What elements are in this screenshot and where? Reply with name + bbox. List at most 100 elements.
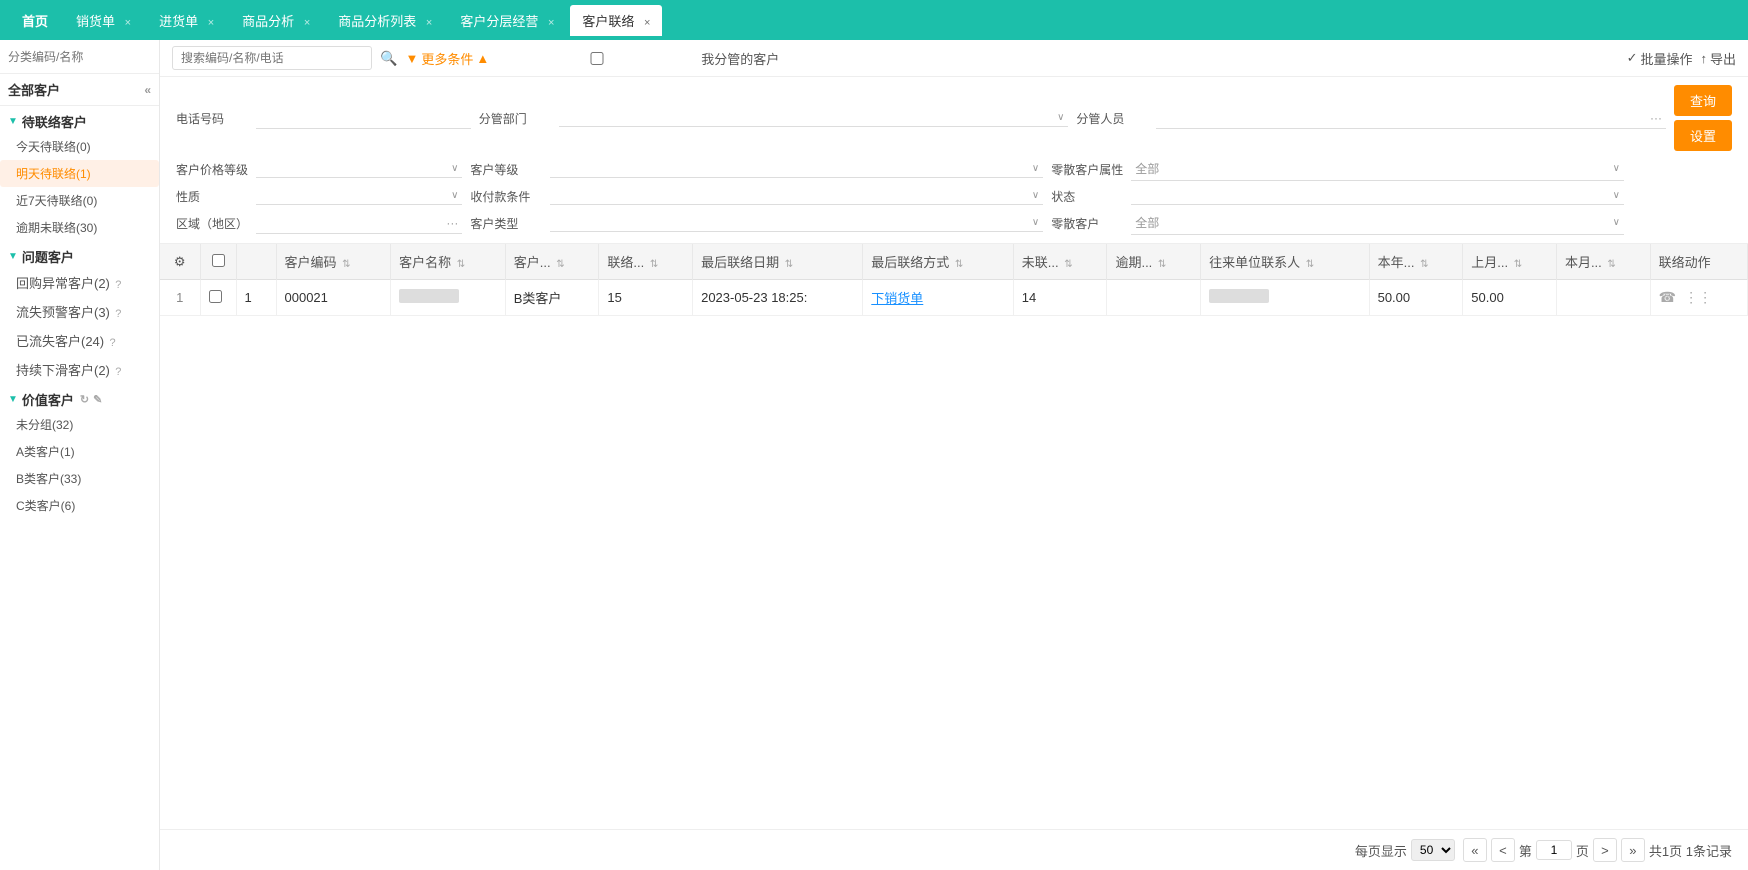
close-purchase-icon[interactable]: × — [208, 17, 214, 29]
reset-button[interactable]: 设置 — [1674, 120, 1732, 151]
sidebar-item-class-a[interactable]: A类客户(1) — [0, 438, 159, 465]
region-dots-icon: ··· — [446, 216, 458, 230]
prev-page-button[interactable]: < — [1491, 838, 1515, 862]
sidebar-group-value: ▼ 价值客户 ↻ ✎ — [0, 384, 159, 411]
sidebar-collapse-icon[interactable]: « — [144, 83, 151, 97]
col-this-year[interactable]: 本年... ⇅ — [1369, 244, 1463, 280]
row-checkbox[interactable] — [209, 290, 222, 303]
last-page-button[interactable]: » — [1621, 838, 1645, 862]
sidebar-all-customers[interactable]: 全部客户 « — [0, 74, 159, 106]
sidebar-item-repurchase[interactable]: 回购异常客户(2) ? — [0, 268, 159, 297]
refresh-icon[interactable]: ↻ — [80, 393, 89, 406]
price-level-arrow-icon: ∨ — [451, 163, 458, 174]
sort-partner-icon: ⇅ — [1306, 259, 1314, 270]
sidebar-item-ungrouped[interactable]: 未分组(32) — [0, 411, 159, 438]
customer-table: ⚙ 客户编码 ⇅ 客户名称 ⇅ 客户... ⇅ — [160, 244, 1748, 316]
sidebar-search-input[interactable] — [8, 50, 160, 64]
col-last-contact-method[interactable]: 最后联络方式 ⇅ — [863, 244, 1014, 280]
action-more-icon[interactable]: ⋮⋮ — [1684, 289, 1712, 306]
action-contact-icon[interactable]: ☎ — [1659, 289, 1676, 306]
col-gear[interactable]: ⚙ — [160, 244, 200, 280]
sidebar-item-week[interactable]: 近7天待联络(0) — [0, 187, 159, 214]
sidebar-item-tomorrow[interactable]: 明天待联络(1) — [0, 160, 159, 187]
sidebar-item-class-c[interactable]: C类客户(6) — [0, 492, 159, 519]
search-button[interactable]: 🔍 — [380, 50, 397, 67]
col-no-contact[interactable]: 未联... ⇅ — [1013, 244, 1107, 280]
sidebar-item-churn-warn[interactable]: 流失预警客户(3) ? — [0, 297, 159, 326]
sidebar-item-declining[interactable]: 持续下滑客户(2) ? — [0, 355, 159, 384]
col-partner-contact[interactable]: 往来单位联系人 ⇅ — [1201, 244, 1369, 280]
cell-this-year: 50.00 — [1369, 280, 1463, 316]
sort-method-icon: ⇅ — [955, 259, 963, 270]
col-last-month[interactable]: 上月... ⇅ — [1463, 244, 1557, 280]
sort-this-month-icon: ⇅ — [1607, 259, 1615, 270]
sidebar-item-today[interactable]: 今天待联络(0) — [0, 133, 159, 160]
my-customer-checkbox[interactable] — [497, 52, 697, 65]
filter-field-phone: 电话号码 — [176, 108, 471, 129]
edit-value-icon[interactable]: ✎ — [93, 393, 102, 406]
nav-item-purchase[interactable]: 进货单 × — [147, 5, 226, 36]
nav-item-goods-analysis-list[interactable]: 商品分析列表 × — [326, 5, 444, 36]
col-code[interactable]: 客户编码 ⇅ — [276, 244, 391, 280]
customer-type-select[interactable]: ∨ — [550, 214, 1043, 232]
filter-field-retail-attr: 零散客户属性 全部 ∨ — [1051, 157, 1624, 181]
customer-level-select[interactable]: ∨ — [550, 160, 1043, 178]
retail-attr-select[interactable]: 全部 ∨ — [1131, 157, 1624, 181]
help-icon-churned: ? — [109, 337, 115, 349]
sidebar-search-bar: 🔍 — [0, 40, 159, 74]
col-contact[interactable]: 联络... ⇅ — [599, 244, 693, 280]
col-checkbox[interactable] — [200, 244, 236, 280]
more-filter-button[interactable]: ▼ 更多条件 ▲ — [405, 49, 489, 68]
close-goods-analysis-icon[interactable]: × — [304, 17, 310, 29]
nature-arrow-icon: ∨ — [451, 190, 458, 201]
col-type[interactable]: 客户... ⇅ — [505, 244, 599, 280]
close-sales-icon[interactable]: × — [125, 17, 131, 29]
search-input[interactable] — [172, 46, 372, 70]
close-customer-tier-icon[interactable]: × — [548, 17, 554, 29]
page-number-input[interactable] — [1536, 840, 1572, 860]
status-select[interactable]: ∨ — [1131, 187, 1624, 205]
col-last-contact-date[interactable]: 最后联络日期 ⇅ — [693, 244, 863, 280]
sidebar-item-overdue[interactable]: 逾期未联络(30) — [0, 214, 159, 241]
close-customer-contact-icon[interactable]: × — [644, 17, 650, 29]
phone-input[interactable] — [256, 108, 471, 129]
batch-op-button[interactable]: ✓ 批量操作 — [1627, 49, 1693, 68]
region-select[interactable]: ··· — [256, 213, 462, 234]
price-level-select[interactable]: ∨ — [256, 160, 462, 178]
col-this-month[interactable]: 本月... ⇅ — [1556, 244, 1650, 280]
my-customer-checkbox-label[interactable]: 我分管的客户 — [497, 49, 779, 68]
last-contact-method-link[interactable]: 下销货单 — [871, 291, 923, 306]
close-goods-analysis-list-icon[interactable]: × — [426, 17, 432, 29]
filter-field-customer-level: 客户等级 ∨ — [470, 160, 1043, 178]
nature-select[interactable]: ∨ — [256, 187, 462, 205]
payment-select[interactable]: ∨ — [550, 187, 1043, 205]
nav-item-goods-analysis[interactable]: 商品分析 × — [230, 5, 322, 36]
nav-item-home[interactable]: 首页 — [10, 5, 60, 36]
cell-last-contact-method[interactable]: 下销货单 — [863, 280, 1014, 316]
sidebar-item-churned[interactable]: 已流失客户(24) ? — [0, 326, 159, 355]
batch-op-icon: ✓ — [1627, 50, 1638, 66]
cell-checkbox[interactable] — [200, 280, 236, 316]
retail-customer-select[interactable]: 全部 ∨ — [1131, 211, 1624, 235]
per-page-select[interactable]: 50 — [1411, 839, 1455, 861]
cell-contact: 15 — [599, 280, 693, 316]
sidebar-item-class-b[interactable]: B类客户(33) — [0, 465, 159, 492]
person-select[interactable]: ··· — [1156, 108, 1666, 129]
cell-last-contact-date: 2023-05-23 18:25: — [693, 280, 863, 316]
main-layout: 🔍 全部客户 « ▼ 待联络客户 今天待联络(0) 明天待联络(1) 近7天待联… — [0, 40, 1748, 870]
first-page-button[interactable]: « — [1463, 838, 1487, 862]
col-name[interactable]: 客户名称 ⇅ — [391, 244, 506, 280]
cell-row-no: 1 — [236, 280, 276, 316]
next-page-button[interactable]: > — [1593, 838, 1617, 862]
nav-item-sales[interactable]: 销货单 × — [64, 5, 143, 36]
nav-item-customer-contact[interactable]: 客户联络 × — [570, 5, 662, 36]
dept-select[interactable]: ∨ — [559, 109, 1069, 127]
per-page-control: 每页显示 50 — [1355, 839, 1455, 861]
nav-item-customer-tier[interactable]: 客户分层经营 × — [448, 5, 566, 36]
export-button[interactable]: ↑ 导出 — [1700, 49, 1736, 68]
table-row: 1 1 000021 B类客户 15 2023-05-23 18:25: 下销货… — [160, 280, 1748, 316]
select-all-checkbox[interactable] — [212, 254, 225, 267]
query-button[interactable]: 查询 — [1674, 85, 1732, 116]
dept-arrow-icon: ∨ — [1057, 112, 1064, 123]
col-overdue[interactable]: 逾期... ⇅ — [1107, 244, 1201, 280]
